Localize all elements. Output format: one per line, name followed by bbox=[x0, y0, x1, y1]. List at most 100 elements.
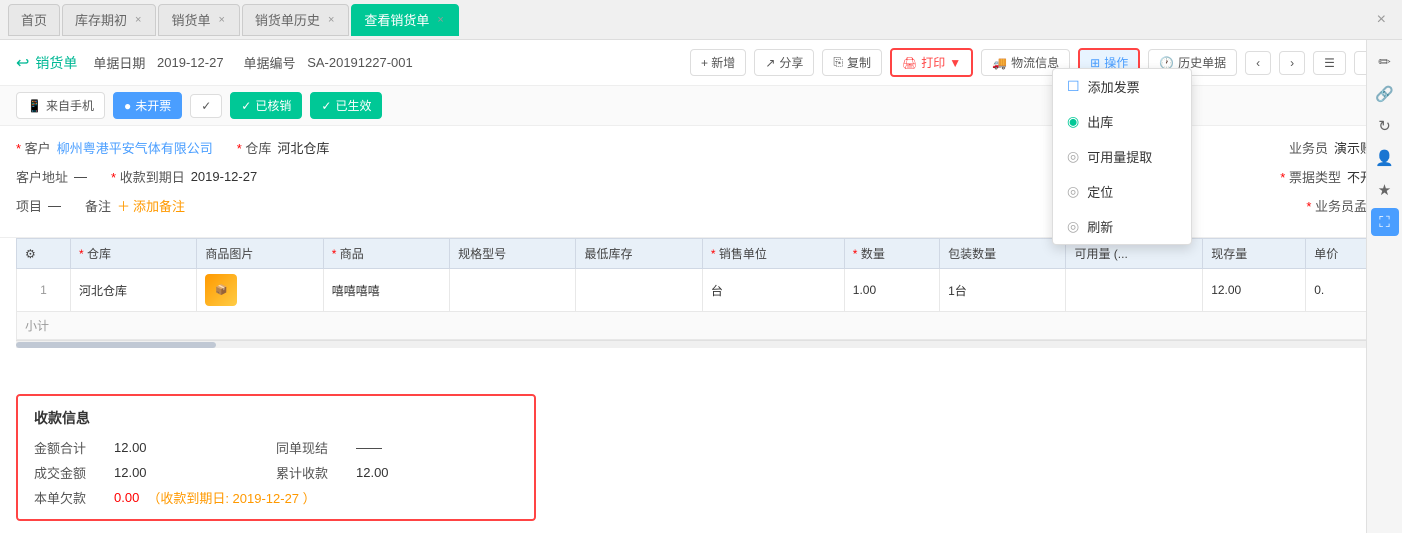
plus-icon: ＋ bbox=[117, 196, 130, 215]
col-quantity: 数量 bbox=[844, 239, 939, 269]
sidebar-star-icon[interactable]: ★ bbox=[1371, 176, 1399, 204]
row-pack-qty: 1台 bbox=[940, 269, 1066, 312]
effective-button[interactable]: ✓ 已生效 bbox=[310, 92, 382, 119]
ticket-type-label: 票据类型 bbox=[1280, 167, 1341, 186]
cumulative-label: 累计收款 bbox=[276, 463, 348, 482]
refresh-item[interactable]: ◎ 刷新 bbox=[1053, 209, 1191, 244]
tab-sales-order[interactable]: 销货单 × bbox=[158, 4, 239, 36]
items-table: ⚙ 仓库 商品图片 商品 规格型号 最低库存 销售单位 数量 包装数量 可用量 … bbox=[16, 238, 1386, 340]
tab-bar: 首页 库存期初 × 销货单 × 销货单历史 × 查看销货单 × × bbox=[0, 0, 1402, 40]
col-current-stock: 现存量 bbox=[1203, 239, 1306, 269]
tab-close-inventory[interactable]: × bbox=[133, 14, 143, 26]
same-order-row: 同单现结 —— bbox=[276, 438, 518, 457]
amount-total-label: 金额合计 bbox=[34, 438, 106, 457]
outbound-item[interactable]: ◉ 出库 bbox=[1053, 104, 1191, 139]
truck-icon: 🚚 bbox=[992, 56, 1007, 70]
tab-view-sales[interactable]: 查看销货单 × bbox=[351, 4, 458, 36]
tab-inventory[interactable]: 库存期初 × bbox=[62, 4, 156, 36]
row-spec bbox=[450, 269, 576, 312]
col-product: 商品 bbox=[323, 239, 449, 269]
row-unit: 台 bbox=[702, 269, 844, 312]
customer-label: 客户 bbox=[16, 138, 51, 157]
col-settings[interactable]: ⚙ bbox=[17, 239, 71, 269]
payment-grid: 金额合计 12.00 同单现结 —— 成交金额 12.00 累计收款 12.00… bbox=[34, 438, 518, 507]
tab-close-sales-history[interactable]: × bbox=[326, 14, 336, 26]
amount-total-row: 金额合计 12.00 bbox=[34, 438, 276, 457]
row-current-stock: 12.00 bbox=[1203, 269, 1306, 312]
row-min-stock bbox=[576, 269, 702, 312]
warehouse-label: 仓库 bbox=[237, 138, 272, 157]
warehouse-value: 河北仓库 bbox=[277, 138, 329, 157]
copy-icon: ⎘ bbox=[833, 55, 843, 70]
not-open-button[interactable]: ● 未开票 bbox=[113, 92, 182, 119]
tab-close-sales-order[interactable]: × bbox=[216, 14, 226, 26]
table-wrap: ⚙ 仓库 商品图片 商品 规格型号 最低库存 销售单位 数量 包装数量 可用量 … bbox=[0, 238, 1402, 382]
next-button[interactable]: › bbox=[1279, 51, 1305, 75]
sidebar-edit-icon[interactable]: ✏ bbox=[1371, 48, 1399, 76]
customer-field: 客户 柳州粤港平安气体有限公司 bbox=[16, 138, 213, 157]
check-button[interactable]: ✓ bbox=[190, 94, 222, 118]
scroll-thumb bbox=[16, 342, 216, 348]
sidebar-user-icon[interactable]: 👤 bbox=[1371, 144, 1399, 172]
transaction-row: 成交金额 12.00 bbox=[34, 463, 276, 482]
tab-sales-history[interactable]: 销货单历史 × bbox=[242, 4, 349, 36]
locate-item[interactable]: ◎ 定位 bbox=[1053, 174, 1191, 209]
print-button[interactable]: 🖨 打印 ▼ bbox=[890, 48, 973, 77]
same-order-label: 同单现结 bbox=[276, 438, 348, 457]
locate-icon: ◎ bbox=[1067, 183, 1079, 200]
new-button[interactable]: + 新增 bbox=[690, 49, 746, 76]
row-product: 嘻嘻嘻嘻 bbox=[323, 269, 449, 312]
payment-title: 收款信息 bbox=[34, 408, 518, 428]
right-sidebar: ✏ 🔗 ↻ 👤 ★ ⛶ bbox=[1366, 40, 1402, 533]
share-icon: ↗ bbox=[765, 56, 775, 70]
doc-actions: + 新增 ↗ 分享 ⎘ 复制 🖨 打印 ▼ 🚚 物流信息 bbox=[690, 48, 1386, 77]
owe-row: 本单欠款 0.00 （收款到期日: 2019-12-27 ） bbox=[34, 488, 518, 507]
customer-value[interactable]: 柳州粤港平安气体有限公司 bbox=[57, 138, 213, 157]
voided-button[interactable]: ✓ 已核销 bbox=[230, 92, 302, 119]
doc-meta: 单据日期 2019-12-27 单据编号 SA-20191227-001 bbox=[93, 53, 412, 72]
subtotal-label: 小计 bbox=[17, 312, 1386, 340]
product-image: 📦 bbox=[205, 274, 237, 306]
add-note-button[interactable]: ＋ 添加备注 bbox=[117, 196, 185, 215]
row-warehouse: 河北仓库 bbox=[70, 269, 196, 312]
doc-title-text: 销货单 bbox=[35, 53, 77, 73]
col-spec: 规格型号 bbox=[450, 239, 576, 269]
available-qty-item[interactable]: ◎ 可用量提取 bbox=[1053, 139, 1191, 174]
staff-label: 业务员 bbox=[1289, 138, 1328, 157]
horizontal-scrollbar[interactable] bbox=[16, 340, 1386, 348]
table-row: 1 河北仓库 📦 嘻嘻嘻嘻 台 1.00 1台 12.00 0. bbox=[17, 269, 1386, 312]
note-field: 备注 ＋ 添加备注 bbox=[85, 196, 185, 215]
share-button[interactable]: ↗ 分享 bbox=[754, 49, 814, 76]
amount-total-value: 12.00 bbox=[114, 440, 147, 455]
copy-button[interactable]: ⎘ 复制 bbox=[822, 49, 882, 76]
from-phone-button[interactable]: 📱 来自手机 bbox=[16, 92, 105, 119]
same-order-value: —— bbox=[356, 440, 382, 455]
list-view-button[interactable]: ☰ bbox=[1313, 51, 1346, 75]
owe-label: 本单欠款 bbox=[34, 488, 106, 507]
prev-button[interactable]: ‹ bbox=[1245, 51, 1271, 75]
note-label: 备注 bbox=[85, 196, 111, 215]
window-close-button[interactable]: × bbox=[1369, 7, 1394, 33]
tab-close-view-sales[interactable]: × bbox=[435, 14, 445, 26]
cumulative-value: 12.00 bbox=[356, 465, 389, 480]
doc-date-label: 单据日期 2019-12-27 bbox=[93, 53, 223, 72]
project-field: 项目 — bbox=[16, 196, 61, 215]
sidebar-rotate-icon[interactable]: ↻ bbox=[1371, 112, 1399, 140]
cumulative-row: 累计收款 12.00 bbox=[276, 463, 518, 482]
operations-dropdown: ☐ 添加发票 ◉ 出库 ◎ 可用量提取 ◎ 定位 ◎ 刷新 bbox=[1052, 68, 1192, 245]
add-invoice-item[interactable]: ☐ 添加发票 bbox=[1053, 69, 1191, 104]
doc-icon: ↩ bbox=[16, 53, 29, 73]
tab-home[interactable]: 首页 bbox=[8, 4, 60, 36]
due-date-field: 收款到期日 2019-12-27 bbox=[111, 167, 257, 186]
address-field: 客户地址 — bbox=[16, 167, 87, 186]
row-quantity: 1.00 bbox=[844, 269, 939, 312]
check-circle-icon: ✓ bbox=[241, 99, 251, 113]
project-value: — bbox=[48, 198, 61, 213]
print-icon: 🖨 bbox=[902, 56, 917, 70]
doc-title: ↩ 销货单 bbox=[16, 53, 77, 73]
invoice-icon: ☐ bbox=[1067, 78, 1080, 95]
sidebar-expand-icon[interactable]: ⛶ bbox=[1371, 208, 1399, 236]
phone-icon: 📱 bbox=[27, 99, 42, 113]
print-dropdown-icon: ▼ bbox=[949, 56, 961, 70]
sidebar-link-icon[interactable]: 🔗 bbox=[1371, 80, 1399, 108]
